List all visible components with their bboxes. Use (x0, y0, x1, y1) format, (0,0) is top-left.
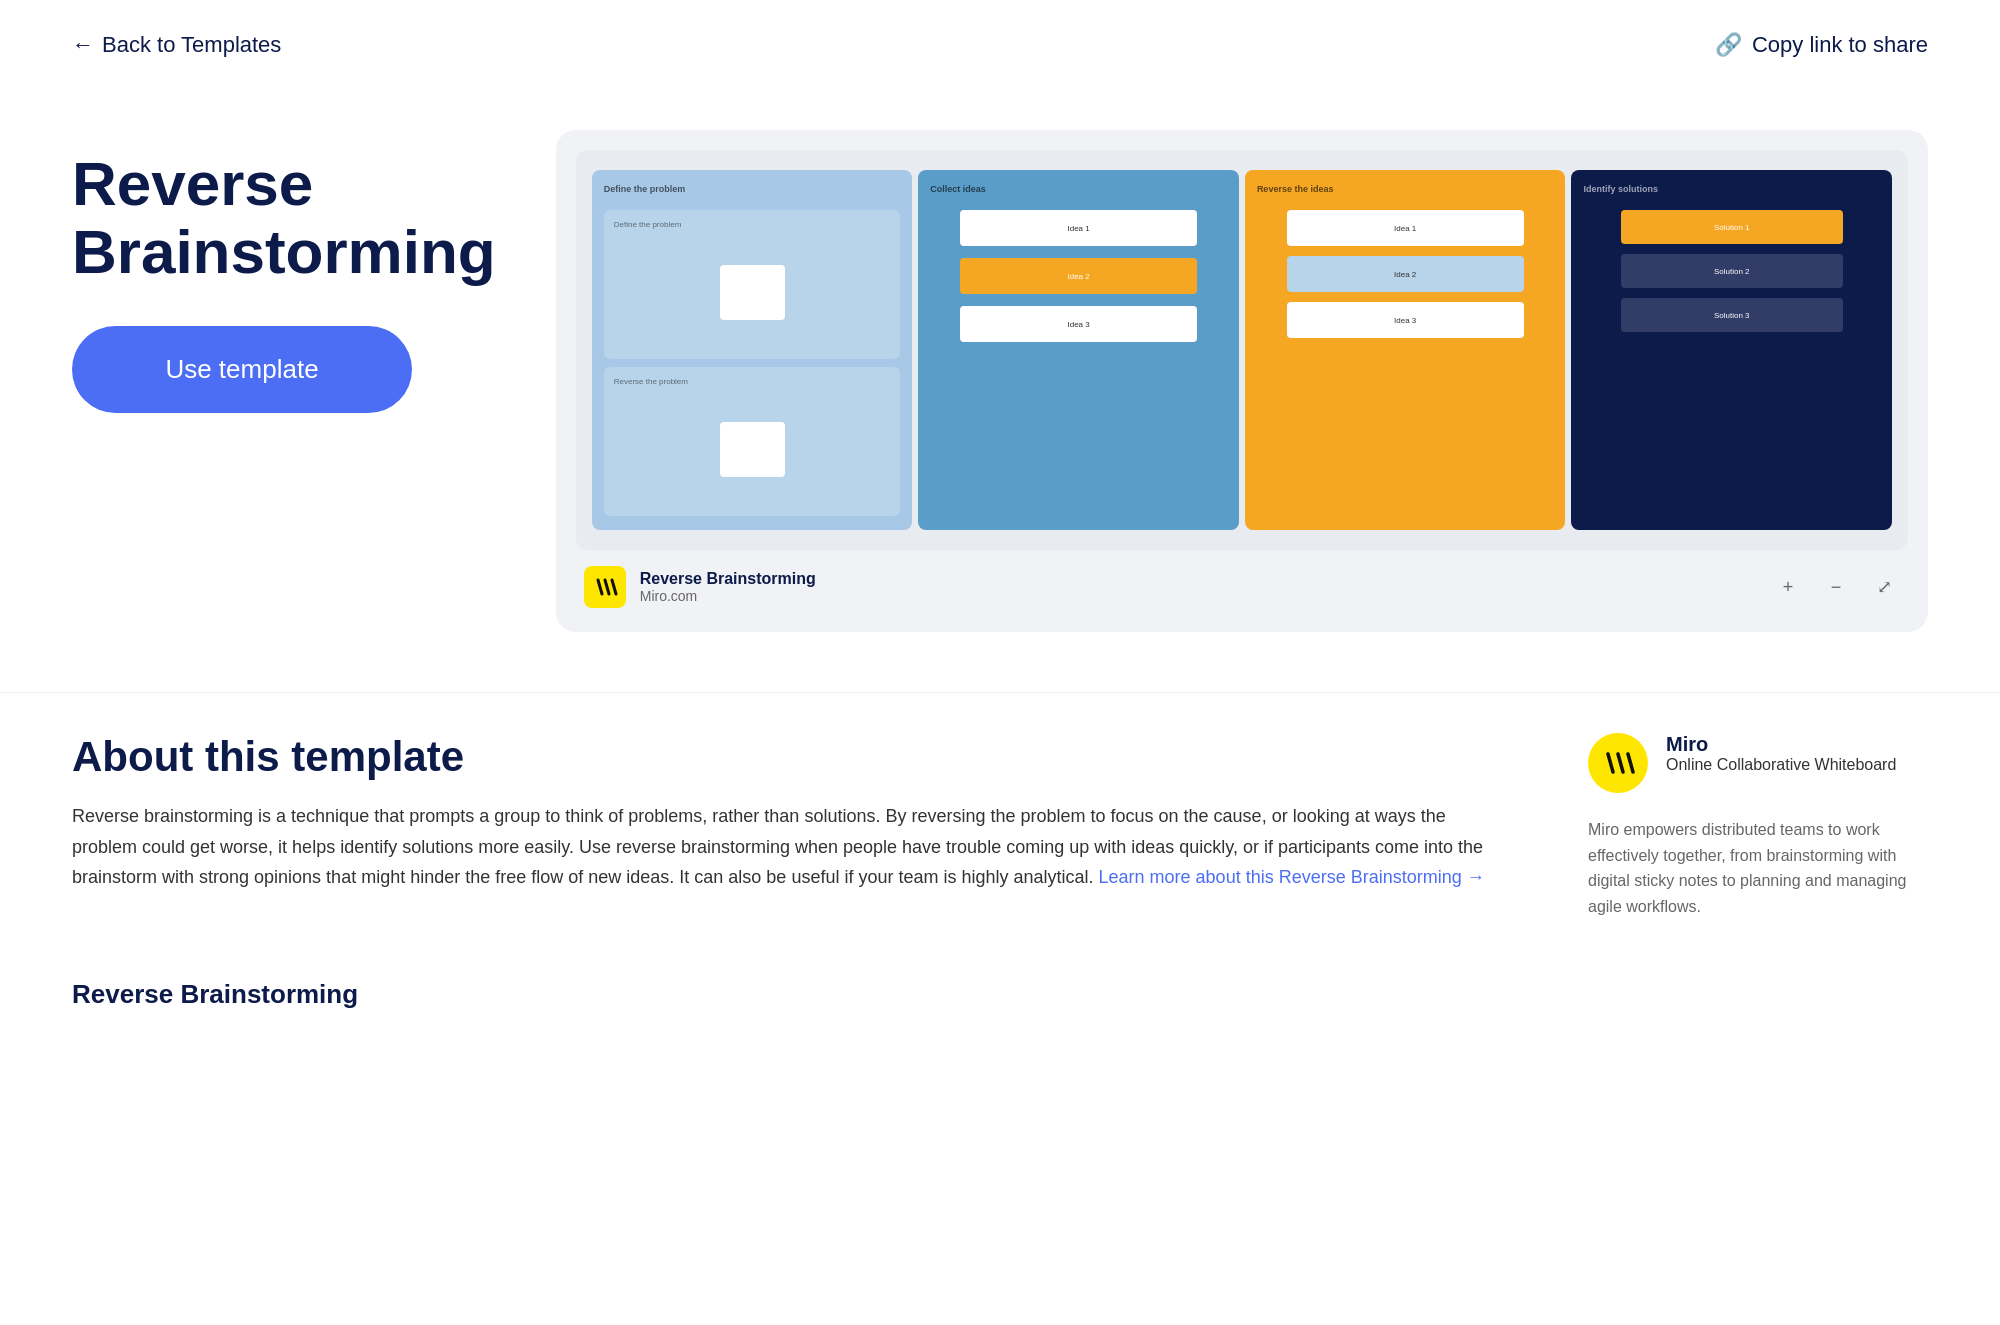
define-white-card (720, 265, 785, 320)
creator-name: Miro (1666, 733, 1896, 756)
solution-1: Solution 1 (1621, 210, 1843, 244)
back-to-templates-link[interactable]: ← Back to Templates (72, 32, 281, 58)
identify-stickies: Solution 1 Solution 2 Solution 3 (1583, 210, 1880, 516)
about-left: About this template Reverse brainstormin… (72, 733, 1508, 919)
reverse-idea-3: Idea 3 (1287, 302, 1524, 338)
preview-canvas: Define the problem Define the problem Re… (576, 150, 1908, 550)
column-define: Define the problem Define the problem Re… (592, 170, 913, 530)
use-template-button[interactable]: Use template (72, 326, 412, 413)
reverse-white-card (720, 422, 785, 477)
preview-brand: Reverse Brainstorming Miro.com (584, 566, 816, 608)
zoom-in-button[interactable]: + (1772, 571, 1804, 603)
copy-link-label: Copy link to share (1752, 32, 1928, 58)
about-section: About this template Reverse brainstormin… (0, 692, 2000, 959)
creator-description: Miro empowers distributed teams to work … (1588, 817, 1928, 919)
preview-brand-url: Miro.com (640, 588, 816, 604)
collect-stickies: Idea 1 Idea 2 Idea 3 (930, 210, 1227, 516)
left-panel: Reverse Brainstorming Use template (72, 130, 496, 413)
preview-brand-name: Reverse Brainstorming (640, 570, 816, 588)
creator-card: Miro Online Collaborative Whiteboard (1588, 733, 1928, 793)
column-collect: Collect ideas Idea 1 Idea 2 Idea 3 (918, 170, 1239, 530)
define-problem-sublabel: Define the problem (614, 220, 891, 229)
col-reverse-label: Reverse the ideas (1257, 184, 1554, 194)
reverse-problem-section: Reverse the problem (604, 367, 901, 516)
miro-logo-small (584, 566, 626, 608)
collect-idea-3: Idea 3 (960, 306, 1197, 342)
about-title: About this template (72, 733, 1508, 781)
solution-2: Solution 2 (1621, 254, 1843, 288)
header: ← Back to Templates 🔗 Copy link to share (0, 0, 2000, 90)
bottom-title: Reverse Brainstorming (0, 959, 2000, 1030)
collect-idea-1: Idea 1 (960, 210, 1197, 246)
creator-subtitle: Online Collaborative Whiteboard (1666, 756, 1896, 774)
col-collect-label: Collect ideas (930, 184, 1227, 194)
miro-logo-large (1588, 733, 1648, 793)
expand-button[interactable]: ⤢ (1868, 571, 1900, 603)
solution-3: Solution 3 (1621, 298, 1843, 332)
column-reverse-ideas: Reverse the ideas Idea 1 Idea 2 Idea 3 (1245, 170, 1566, 530)
creator-info: Miro Online Collaborative Whiteboard (1666, 733, 1896, 774)
reverse-stickies: Idea 1 Idea 2 Idea 3 (1257, 210, 1554, 516)
define-problem-section: Define the problem (604, 210, 901, 359)
template-title: Reverse Brainstorming (72, 150, 496, 286)
about-description: Reverse brainstorming is a technique tha… (72, 801, 1508, 893)
learn-more-link[interactable]: Learn more about this Reverse Brainstorm… (1099, 867, 1485, 887)
col-identify-label: Identify solutions (1583, 184, 1880, 194)
column-identify: Identify solutions Solution 1 Solution 2… (1571, 170, 1892, 530)
reverse-idea-1: Idea 1 (1287, 210, 1524, 246)
back-arrow-icon: ← (72, 32, 94, 58)
about-right: Miro Online Collaborative Whiteboard Mir… (1588, 733, 1928, 919)
collect-idea-2: Idea 2 (960, 258, 1197, 294)
col-define-label: Define the problem (604, 184, 901, 194)
reverse-problem-sublabel: Reverse the problem (614, 377, 891, 386)
zoom-out-button[interactable]: − (1820, 571, 1852, 603)
main-content: Reverse Brainstorming Use template Defin… (0, 90, 2000, 692)
preview-controls: + − ⤢ (1772, 571, 1900, 603)
copy-link-button[interactable]: 🔗 Copy link to share (1715, 32, 1928, 58)
reverse-idea-2: Idea 2 (1287, 256, 1524, 292)
link-icon: 🔗 (1715, 32, 1742, 58)
preview-card: Define the problem Define the problem Re… (556, 130, 1928, 632)
preview-brand-text: Reverse Brainstorming Miro.com (640, 570, 816, 604)
back-label: Back to Templates (102, 32, 281, 58)
preview-footer: Reverse Brainstorming Miro.com + − ⤢ (576, 550, 1908, 612)
